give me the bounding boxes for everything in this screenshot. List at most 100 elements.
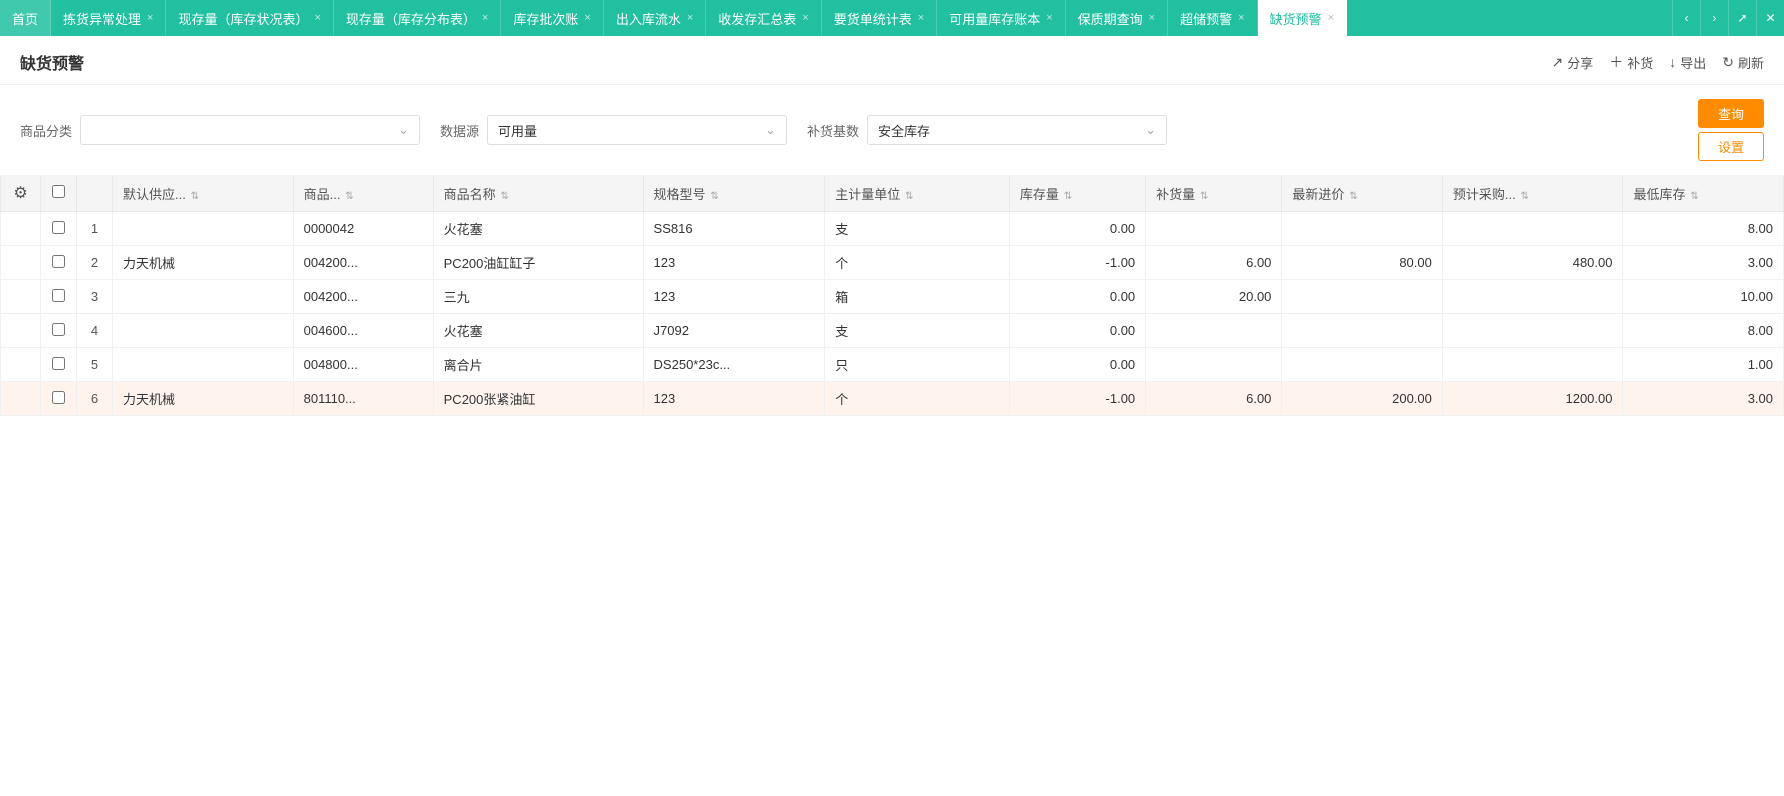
tab-expiry-query[interactable]: 保质期查询 × [1066,0,1168,36]
datasource-filter-item: 数据源 可用量 ⌄ [440,115,787,145]
tab-label-batch-account: 库存批次账 [513,9,578,28]
row-checkbox-5[interactable] [52,357,65,370]
th-latest_price[interactable]: 最新进价 ⇅ [1282,175,1442,212]
td-checkbox-5[interactable] [41,348,77,382]
td-spec-3: 123 [643,280,825,314]
tab-close-overstock[interactable]: × [1238,12,1244,24]
row-checkbox-1[interactable] [52,221,65,234]
tab-order-stats[interactable]: 要货单统计表 × [822,0,937,36]
td-checkbox-6[interactable] [41,382,77,416]
td-price-5 [1282,348,1442,382]
replenish-button[interactable]: ＋补货 [1609,52,1653,72]
refresh-button[interactable]: ↻刷新 [1722,53,1764,72]
tab-inout-flow[interactable]: 出入库流水× [604,0,706,36]
td-min-3: 10.00 [1623,280,1784,314]
th-product_code[interactable]: 商品... ⇅ [293,175,433,212]
tab-close-receipt-summary[interactable]: × [802,12,808,24]
share-icon: ↗ [1551,54,1563,71]
tab-next-button[interactable]: › [1700,0,1728,36]
replenish-icon: ＋ [1609,52,1623,72]
tab-receipt-summary[interactable]: 收发存汇总表 × [706,0,821,36]
datasource-dropdown-icon: ⌄ [765,122,776,138]
td-spec-1: SS816 [643,212,825,246]
settings-button[interactable]: 设置 [1698,132,1764,161]
th-replenish_qty[interactable]: 补货量 ⇅ [1146,175,1282,212]
datasource-select[interactable]: 可用量 ⌄ [487,115,787,145]
tab-shortage[interactable]: 缺货预警× [1258,0,1347,36]
td-name-4: 火花塞 [433,314,643,348]
td-est-6: 1200.00 [1442,382,1623,416]
td-checkbox-1[interactable] [41,212,77,246]
td-est-1 [1442,212,1623,246]
td-price-4 [1282,314,1442,348]
th-est_purchase[interactable]: 预计采购... ⇅ [1442,175,1623,212]
category-dropdown-icon: ⌄ [398,122,409,138]
th-default_supplier[interactable]: 默认供应... ⇅ [113,175,294,212]
table-row: 6力天机械801110...PC200张紧油缸123个-1.006.00200.… [1,382,1784,416]
td-checkbox-4[interactable] [41,314,77,348]
th-spec[interactable]: 规格型号 ⇅ [643,175,825,212]
gear-icon[interactable]: ⚙ [13,185,27,202]
tab-exception[interactable]: 拣货异常处理× [51,0,166,36]
select-all-checkbox[interactable] [52,185,65,198]
replenish-base-filter-item: 补货基数 安全库存 ⌄ [807,115,1167,145]
th-stock_qty[interactable]: 库存量 ⇅ [1009,175,1145,212]
tab-close-shortage[interactable]: × [1328,12,1334,24]
td-unit-5: 只 [825,348,1010,382]
header-actions: ↗分享 ＋补货 ↓导出 ↻刷新 [1551,52,1764,72]
table-header: ⚙ 默认供应... ⇅商品... ⇅商品名称 ⇅规格型号 ⇅主计量单位 ⇅库存量 … [1,175,1784,212]
row-checkbox-4[interactable] [52,323,65,336]
category-select[interactable]: ⌄ [80,115,420,145]
th-min_stock[interactable]: 最低库存 ⇅ [1623,175,1784,212]
sort-icon-default_supplier: ⇅ [188,191,199,202]
td-spec-6: 123 [643,382,825,416]
tab-inventory-dist[interactable]: 现存量（库存分布表）× [334,0,501,36]
tab-restore-button[interactable]: ➚ [1728,0,1756,36]
td-stock-6: -1.00 [1009,382,1145,416]
th-product_name[interactable]: 商品名称 ⇅ [433,175,643,212]
th-unit[interactable]: 主计量单位 ⇅ [825,175,1010,212]
tab-close-available-ledger[interactable]: × [1046,12,1052,24]
td-stock-1: 0.00 [1009,212,1145,246]
tab-close-inventory-status[interactable]: × [314,12,320,24]
row-checkbox-3[interactable] [52,289,65,302]
tab-overstock[interactable]: 超储预警× [1168,0,1257,36]
query-button[interactable]: 查询 [1698,99,1764,128]
td-name-3: 三九 [433,280,643,314]
td-checkbox-2[interactable] [41,246,77,280]
tab-prev-button[interactable]: ‹ [1672,0,1700,36]
td-name-2: PC200油缸缸子 [433,246,643,280]
tab-label-receipt-summary: 收发存汇总表 [718,9,796,28]
tab-close-exception[interactable]: × [147,12,153,24]
tab-close-batch-account[interactable]: × [584,12,590,24]
page-header: 缺货预警 ↗分享＋补货↓导出↻刷新 [0,36,1784,85]
tab-batch-account[interactable]: 库存批次账 × [501,0,603,36]
replenish-base-select[interactable]: 安全库存 ⌄ [867,115,1167,145]
table-row: 3004200...三九123箱0.0020.0010.00 [1,280,1784,314]
category-label: 商品分类 [20,121,72,140]
tab-close-inout-flow[interactable]: × [687,12,693,24]
export-button[interactable]: ↓导出 [1669,53,1706,72]
tab-close-expiry-query[interactable]: × [1149,12,1155,24]
tab-close-all-button[interactable]: ✕ [1756,0,1784,36]
datasource-select-value: 可用量 [498,121,757,140]
refresh-label: 刷新 [1738,53,1764,72]
td-est-5 [1442,348,1623,382]
td-min-2: 3.00 [1623,246,1784,280]
tab-label-available-ledger: 可用量库存账本 [949,9,1040,28]
share-button[interactable]: ↗分享 [1551,53,1593,72]
tab-inventory-status[interactable]: 现存量（库存状况表）× [166,0,333,36]
main-content: 缺货预警 ↗分享＋补货↓导出↻刷新 商品分类 ⌄ 数据源 可用量 ⌄ 补货基数 … [0,36,1784,796]
tab-available-ledger[interactable]: 可用量库存账本 × [937,0,1065,36]
tab-close-order-stats[interactable]: × [918,12,924,24]
tab-label-expiry-query: 保质期查询 [1078,9,1143,28]
td-stock-3: 0.00 [1009,280,1145,314]
tab-close-inventory-dist[interactable]: × [482,12,488,24]
td-checkbox-3[interactable] [41,280,77,314]
td-rownum-6: 6 [77,382,113,416]
row-checkbox-6[interactable] [52,391,65,404]
td-gear-5 [1,348,41,382]
tab-home[interactable]: 首页 [0,0,51,36]
tab-label-order-stats: 要货单统计表 [834,9,912,28]
row-checkbox-2[interactable] [52,255,65,268]
